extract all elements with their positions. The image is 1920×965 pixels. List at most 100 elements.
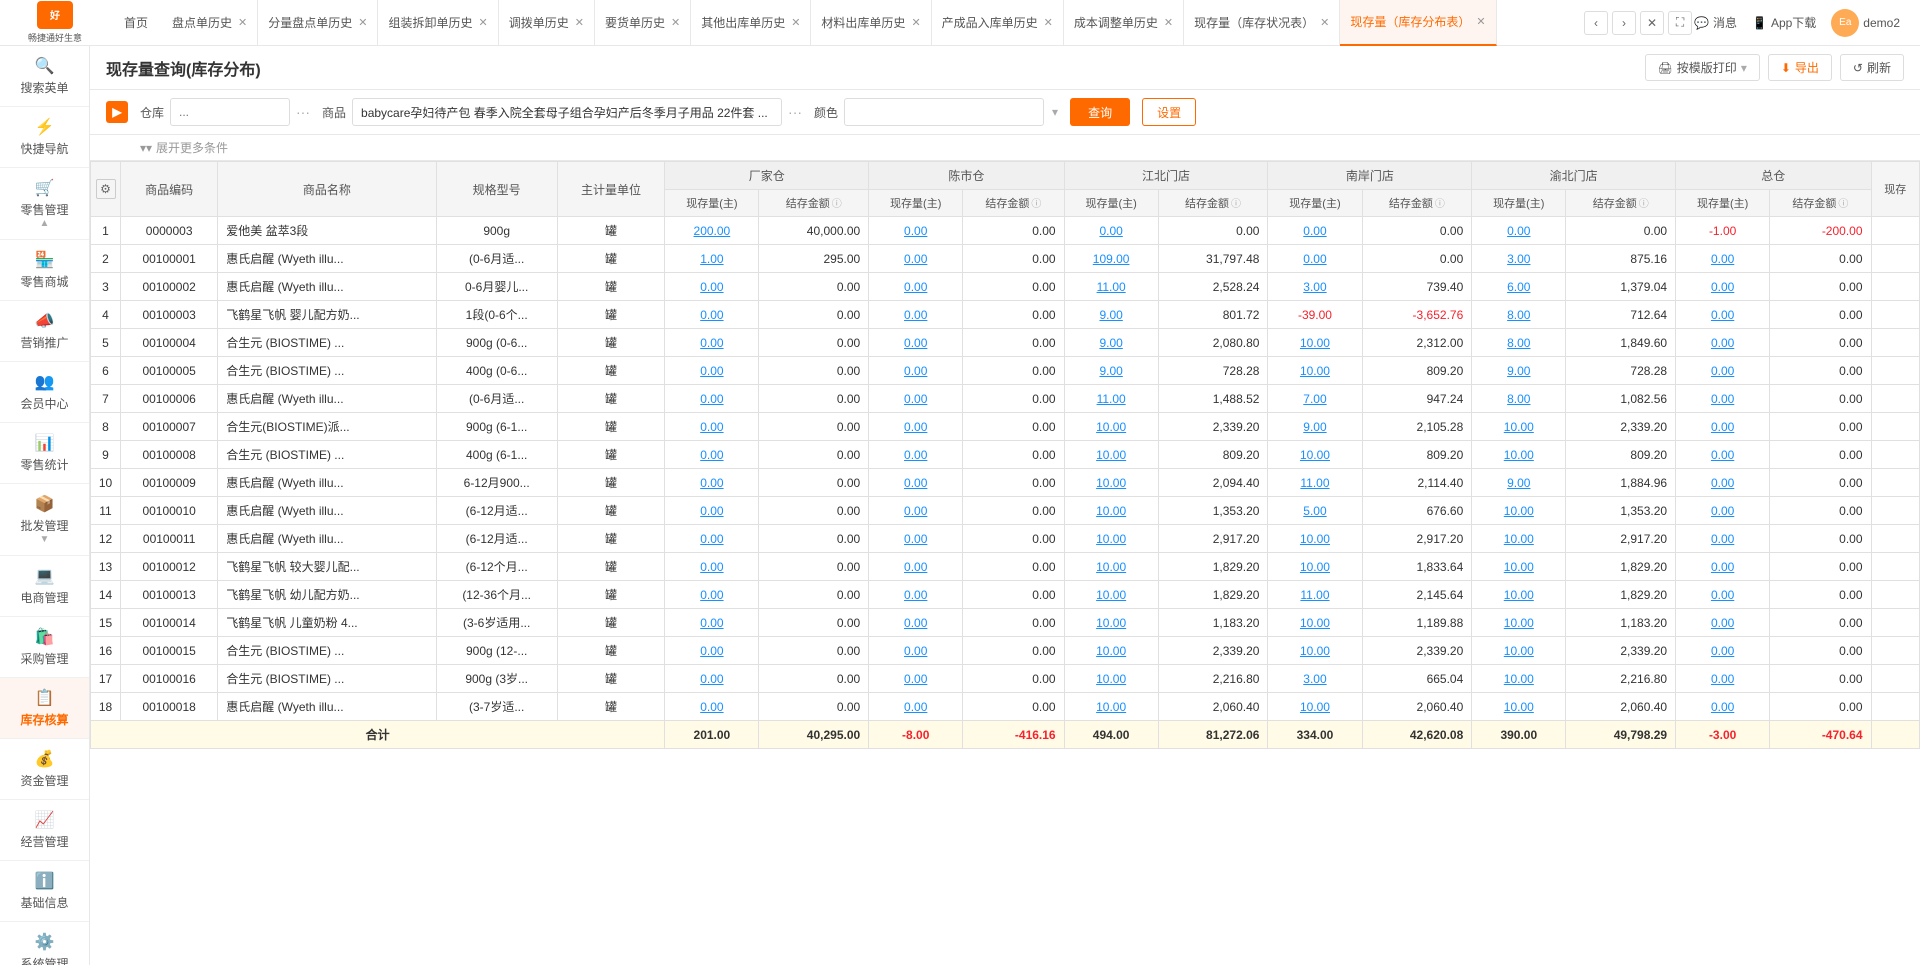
sidebar-item-marketing[interactable]: 📣 营销推广	[0, 301, 89, 362]
jiangbei-qty[interactable]: 10.00	[1064, 553, 1158, 581]
total-qty[interactable]: 0.00	[1676, 245, 1770, 273]
product-input[interactable]	[352, 98, 782, 126]
yubei-qty[interactable]: 9.00	[1472, 357, 1566, 385]
factory-qty[interactable]: 0.00	[665, 581, 759, 609]
chenshi-qty[interactable]: 0.00	[869, 497, 963, 525]
total-qty[interactable]: 0.00	[1676, 525, 1770, 553]
factory-qty[interactable]: 0.00	[665, 329, 759, 357]
jiangbei-qty[interactable]: 9.00	[1064, 357, 1158, 385]
nanan-qty[interactable]: 11.00	[1268, 469, 1362, 497]
jiangbei-qty[interactable]: 10.00	[1064, 413, 1158, 441]
sidebar-item-members[interactable]: 👥 会员中心	[0, 362, 89, 423]
expand-more-btn[interactable]: ▾▾ 展开更多条件	[140, 139, 228, 156]
total-qty[interactable]: 0.00	[1676, 273, 1770, 301]
nanan-qty[interactable]: 10.00	[1268, 525, 1362, 553]
sidebar-item-retail-shop[interactable]: 🏪 零售商城	[0, 240, 89, 301]
column-settings-icon[interactable]: ⚙	[96, 179, 116, 199]
sidebar-item-search[interactable]: 🔍 搜索英单	[0, 46, 89, 107]
nanan-qty[interactable]: 10.00	[1268, 329, 1362, 357]
factory-qty[interactable]: 1.00	[665, 245, 759, 273]
yubei-qty[interactable]: 10.00	[1472, 441, 1566, 469]
factory-qty[interactable]: 0.00	[665, 665, 759, 693]
chenshi-qty[interactable]: 0.00	[869, 217, 963, 245]
nanan-qty[interactable]: 0.00	[1268, 217, 1362, 245]
factory-qty[interactable]: 0.00	[665, 553, 759, 581]
tab-prev-button[interactable]: ‹	[1584, 11, 1608, 35]
sidebar-item-operations[interactable]: 📈 经营管理	[0, 800, 89, 861]
sidebar-item-purchase[interactable]: 🛍️ 采购管理	[0, 617, 89, 678]
filter-expand-button[interactable]: ▶	[106, 101, 128, 123]
chenshi-qty[interactable]: 0.00	[869, 245, 963, 273]
tab-close-icon[interactable]: ✕	[1164, 16, 1173, 29]
factory-qty[interactable]: 0.00	[665, 525, 759, 553]
chenshi-qty[interactable]: 0.00	[869, 469, 963, 497]
tab-close-all-button[interactable]: ✕	[1640, 11, 1664, 35]
factory-qty[interactable]: 0.00	[665, 469, 759, 497]
total-qty[interactable]: 0.00	[1676, 413, 1770, 441]
factory-qty[interactable]: 0.00	[665, 301, 759, 329]
tab-branch-count[interactable]: 分量盘点单历史 ✕	[258, 0, 378, 46]
warehouse-input[interactable]	[170, 98, 290, 126]
chenshi-qty[interactable]: 0.00	[869, 553, 963, 581]
nanan-qty[interactable]: 10.00	[1268, 357, 1362, 385]
jiangbei-qty[interactable]: 9.00	[1064, 329, 1158, 357]
jiangbei-qty[interactable]: 10.00	[1064, 609, 1158, 637]
chenshi-qty[interactable]: 0.00	[869, 441, 963, 469]
tab-stock-status[interactable]: 现存量（库存状况表） ✕	[1184, 0, 1340, 46]
tab-close-icon[interactable]: ✕	[479, 16, 488, 29]
tab-stock-dist[interactable]: 现存量（库存分布表） ✕	[1340, 0, 1496, 46]
total-qty[interactable]: 0.00	[1676, 609, 1770, 637]
nanan-qty[interactable]: 9.00	[1268, 413, 1362, 441]
yubei-qty[interactable]: 10.00	[1472, 693, 1566, 721]
jiangbei-qty[interactable]: 11.00	[1064, 273, 1158, 301]
nanan-qty[interactable]: 5.00	[1268, 497, 1362, 525]
tab-material-out[interactable]: 材料出库单历史 ✕	[811, 0, 931, 46]
color-input[interactable]	[844, 98, 1044, 126]
tab-close-icon[interactable]: ✕	[911, 16, 920, 29]
yubei-qty[interactable]: 10.00	[1472, 581, 1566, 609]
factory-qty[interactable]: 0.00	[665, 497, 759, 525]
total-qty[interactable]: 0.00	[1676, 637, 1770, 665]
nanan-qty[interactable]: 10.00	[1268, 553, 1362, 581]
sidebar-item-basics[interactable]: ℹ️ 基础信息	[0, 861, 89, 922]
print-button[interactable]: 🖨 按模版打印 ▾	[1645, 54, 1760, 81]
total-qty[interactable]: 0.00	[1676, 357, 1770, 385]
yubei-qty[interactable]: 3.00	[1472, 245, 1566, 273]
yubei-qty[interactable]: 6.00	[1472, 273, 1566, 301]
yubei-qty[interactable]: 10.00	[1472, 665, 1566, 693]
tab-other-out[interactable]: 其他出库单历史 ✕	[691, 0, 811, 46]
tab-close-icon[interactable]: ✕	[1320, 16, 1329, 29]
chenshi-qty[interactable]: 0.00	[869, 581, 963, 609]
chenshi-qty[interactable]: 0.00	[869, 273, 963, 301]
nav-home[interactable]: 首页	[110, 14, 162, 31]
sidebar-item-system[interactable]: ⚙️ 系统管理	[0, 922, 89, 965]
sidebar-item-ecommerce[interactable]: 💻 电商管理	[0, 556, 89, 617]
yubei-qty[interactable]: 10.00	[1472, 413, 1566, 441]
factory-qty[interactable]: 200.00	[665, 217, 759, 245]
yubei-qty[interactable]: 8.00	[1472, 329, 1566, 357]
factory-qty[interactable]: 0.00	[665, 441, 759, 469]
nanan-qty[interactable]: 10.00	[1268, 637, 1362, 665]
jiangbei-qty[interactable]: 0.00	[1064, 217, 1158, 245]
yubei-qty[interactable]: 10.00	[1472, 637, 1566, 665]
factory-qty[interactable]: 0.00	[665, 609, 759, 637]
total-qty[interactable]: 0.00	[1676, 553, 1770, 581]
factory-qty[interactable]: 0.00	[665, 637, 759, 665]
sidebar-item-retail-stats[interactable]: 📊 零售统计	[0, 423, 89, 484]
nanan-qty[interactable]: 10.00	[1268, 693, 1362, 721]
settings-button[interactable]: 设置	[1142, 98, 1196, 126]
total-qty[interactable]: 0.00	[1676, 301, 1770, 329]
user-menu[interactable]: Ea demo2	[1831, 9, 1900, 37]
yubei-qty[interactable]: 10.00	[1472, 497, 1566, 525]
nanan-qty[interactable]: 11.00	[1268, 581, 1362, 609]
nanan-qty[interactable]: 10.00	[1268, 441, 1362, 469]
total-qty[interactable]: 0.00	[1676, 693, 1770, 721]
refresh-button[interactable]: ↺ 刷新	[1840, 54, 1904, 81]
tab-close-icon[interactable]: ✕	[1476, 15, 1485, 28]
nanan-qty[interactable]: 7.00	[1268, 385, 1362, 413]
tab-close-icon[interactable]: ✕	[791, 16, 800, 29]
chenshi-qty[interactable]: 0.00	[869, 693, 963, 721]
sidebar-item-quick-nav[interactable]: ⚡ 快捷导航	[0, 107, 89, 168]
total-qty[interactable]: 0.00	[1676, 385, 1770, 413]
sidebar-item-inventory[interactable]: 📋 库存核算	[0, 678, 89, 739]
